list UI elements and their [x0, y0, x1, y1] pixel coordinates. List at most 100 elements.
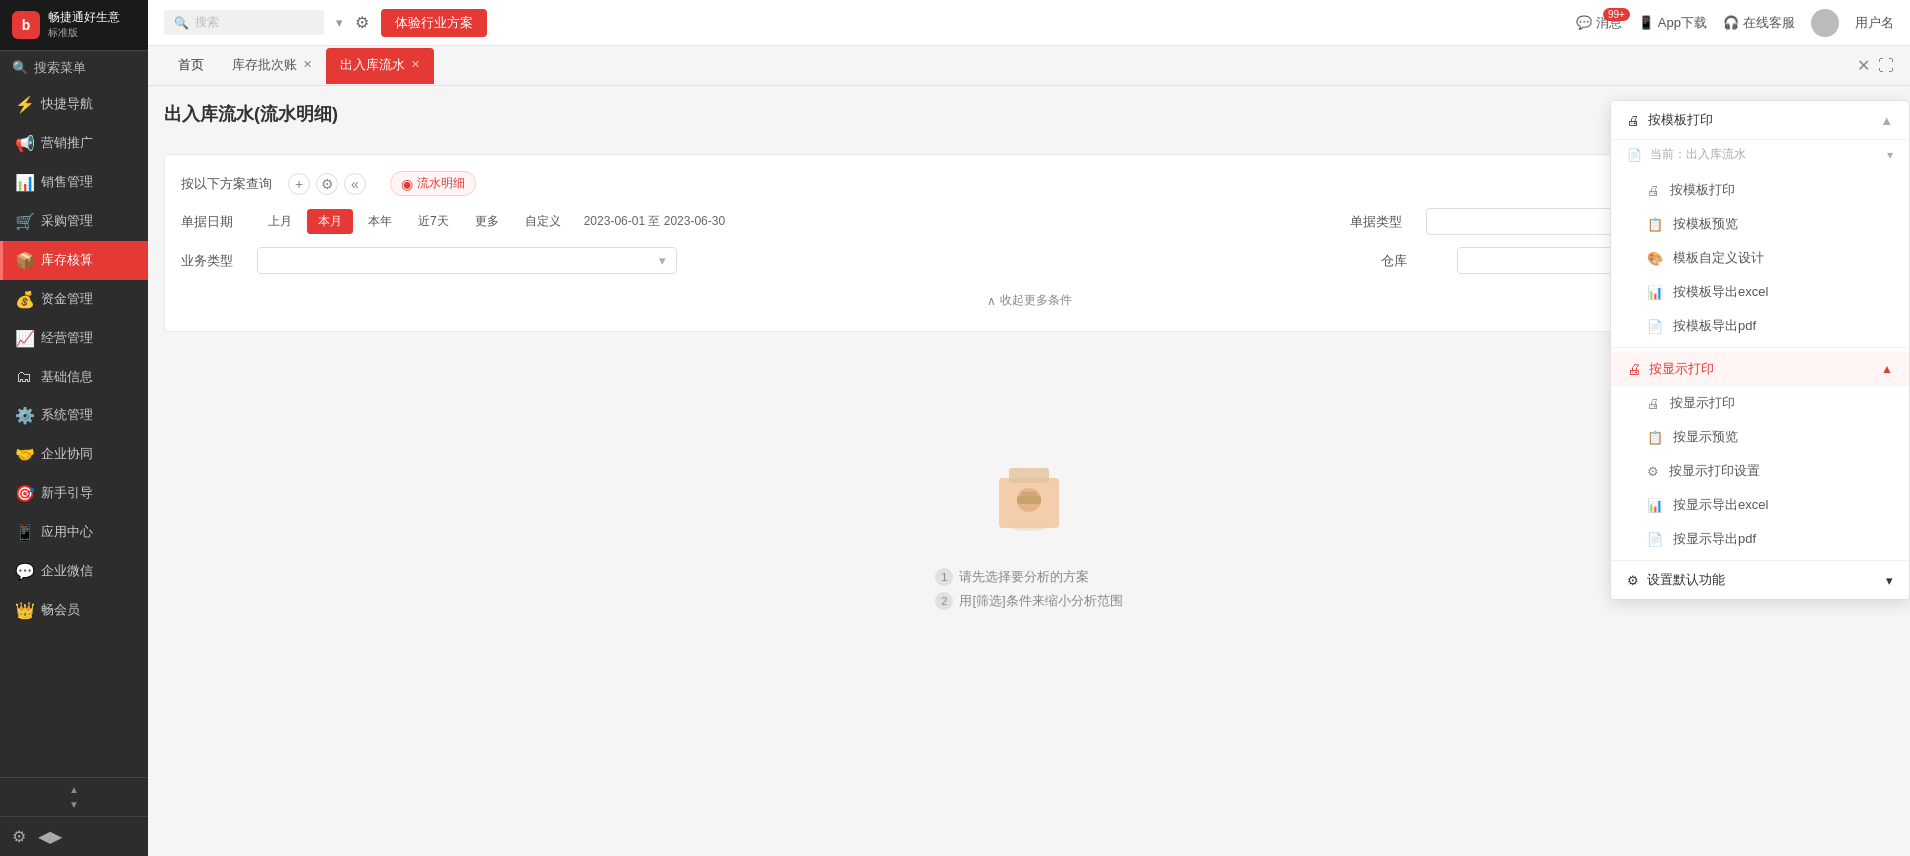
- dropdown-item-display-print-settings[interactable]: ⚙ 按显示打印设置: [1611, 454, 1909, 488]
- guide-icon: 🎯: [15, 484, 33, 503]
- header-gear-icon[interactable]: ⚙: [355, 13, 369, 32]
- app-download-btn[interactable]: 📱 App下载: [1638, 14, 1707, 32]
- tab-bar-right: ✕ ⛶: [1857, 56, 1894, 75]
- dropdown-item-display-export-excel[interactable]: 📊 按显示导出excel: [1611, 488, 1909, 522]
- dropdown-item-display-print[interactable]: 🖨 按显示打印: [1611, 386, 1909, 420]
- settings-btn[interactable]: ⚙: [12, 827, 26, 846]
- tab-expand-icon[interactable]: ⛶: [1878, 57, 1894, 75]
- filter-tag[interactable]: ◉ 流水明细: [390, 171, 476, 196]
- dropdown-item-template-print[interactable]: 🖨 按模板打印: [1611, 173, 1909, 207]
- sidebar-item-purchase[interactable]: 🛒 采购管理: [0, 202, 148, 241]
- date-tab-more[interactable]: 更多: [464, 209, 510, 234]
- date-tab-this-year[interactable]: 本年: [357, 209, 403, 234]
- dropdown-footer-icon: ⚙: [1627, 573, 1639, 588]
- sidebar-item-inventory[interactable]: 📦 库存核算: [0, 241, 148, 280]
- collapse-sidebar-btn[interactable]: ◀▶: [38, 827, 62, 846]
- display-print-section-header[interactable]: 🖨 按显示打印 ▲: [1611, 352, 1909, 386]
- date-filter-label: 单据日期: [181, 213, 241, 231]
- tab-batch-account-close[interactable]: ✕: [303, 58, 312, 71]
- tab-stock-flow[interactable]: 出入库流水 ✕: [326, 48, 434, 84]
- trial-btn[interactable]: 体验行业方案: [381, 9, 487, 37]
- template-custom-item-icon: 🎨: [1647, 251, 1663, 266]
- date-range-display: 2023-06-01 至 2023-06-30: [584, 213, 725, 230]
- sidebar-item-marketing[interactable]: 📢 营销推广: [0, 124, 148, 163]
- dropdown-panel: 🖨 按模板打印 ▲ 📄 当前：出入库流水 ▾ 🖨 按模板打印 📋 按模板预览 🎨…: [1610, 100, 1910, 600]
- sidebar-item-vip[interactable]: 👑 畅会员: [0, 591, 148, 630]
- date-tab-custom[interactable]: 自定义: [514, 209, 572, 234]
- dropdown-item-display-export-pdf[interactable]: 📄 按显示导出pdf: [1611, 522, 1909, 556]
- date-tab-last-month[interactable]: 上月: [257, 209, 303, 234]
- wechat-icon: 💬: [15, 562, 33, 581]
- inventory-icon: 📦: [15, 251, 33, 270]
- dropdown-item-display-preview[interactable]: 📋 按显示预览: [1611, 420, 1909, 454]
- dropdown-current-label: 📄 当前：出入库流水 ▾: [1611, 140, 1909, 169]
- tab-stock-flow-close[interactable]: ✕: [411, 58, 420, 71]
- date-tabs: 上月 本月 本年 近7天 更多 自定义 2023-06-01 至 2023-06…: [257, 209, 725, 234]
- sidebar-item-sales[interactable]: 📊 销售管理: [0, 163, 148, 202]
- basic-icon: 🗂: [15, 368, 33, 386]
- template-print-item-icon: 🖨: [1647, 183, 1660, 198]
- header-dropdown-icon[interactable]: ▾: [336, 15, 343, 30]
- tab-home[interactable]: 首页: [164, 48, 218, 84]
- online-service-icon: 🎧: [1723, 15, 1739, 30]
- app-name: 畅捷通好生意: [48, 10, 120, 26]
- print-dropdown-icon: 🖨: [1627, 113, 1640, 128]
- sidebar-bottom: ⚙ ◀▶: [0, 816, 148, 856]
- scroll-down-btn[interactable]: ▼: [67, 797, 81, 812]
- svg-point-5: [1009, 521, 1049, 531]
- template-print-section: 🖨 按模板打印 📋 按模板预览 🎨 模板自定义设计 📊 按模板导出excel 📄…: [1611, 169, 1909, 348]
- dropdown-header: 🖨 按模板打印 ▲: [1611, 101, 1909, 140]
- online-service-btn[interactable]: 🎧 在线客服: [1723, 14, 1795, 32]
- app-center-icon: 📱: [15, 523, 33, 542]
- sidebar-item-system[interactable]: ⚙️ 系统管理: [0, 396, 148, 435]
- display-print-chevron-icon[interactable]: ▲: [1881, 362, 1893, 376]
- quick-nav-icon: ⚡: [15, 95, 33, 114]
- display-print-section-icon: 🖨: [1627, 361, 1641, 377]
- sidebar-item-wechat[interactable]: 💬 企业微信: [0, 552, 148, 591]
- date-tab-last-7days[interactable]: 近7天: [407, 209, 460, 234]
- sidebar-item-finance[interactable]: 💰 资金管理: [0, 280, 148, 319]
- system-icon: ⚙️: [15, 406, 33, 425]
- dropdown-collapse-icon[interactable]: ▲: [1880, 113, 1893, 128]
- sidebar-item-cooperation[interactable]: 🤝 企业协同: [0, 435, 148, 474]
- dropdown-item-template-preview[interactable]: 📋 按模板预览: [1611, 207, 1909, 241]
- svg-rect-1: [1009, 468, 1049, 483]
- display-pdf-item-icon: 📄: [1647, 532, 1663, 547]
- date-tab-this-month[interactable]: 本月: [307, 209, 353, 234]
- sidebar-search[interactable]: 🔍 搜索菜单: [0, 51, 148, 85]
- messages-btn[interactable]: 💬 消息 99+: [1576, 14, 1622, 32]
- svg-rect-3: [1017, 496, 1041, 504]
- sidebar-item-basic[interactable]: 🗂 基础信息: [0, 358, 148, 396]
- app-version: 标准版: [48, 26, 120, 40]
- sidebar-item-quick-nav[interactable]: ⚡ 快捷导航: [0, 85, 148, 124]
- dropdown-item-template-export-excel[interactable]: 📊 按模板导出excel: [1611, 275, 1909, 309]
- avatar[interactable]: [1811, 9, 1839, 37]
- filter-gear-btn[interactable]: ⚙: [316, 173, 338, 195]
- marketing-icon: 📢: [15, 134, 33, 153]
- empty-tip-1: 1 请先选择要分析的方案: [935, 568, 1122, 586]
- user-name: 用户名: [1855, 14, 1894, 32]
- scroll-up-btn[interactable]: ▲: [67, 782, 81, 797]
- filter-tag-icon: ◉: [401, 176, 413, 192]
- sidebar-item-operations[interactable]: 📈 经营管理: [0, 319, 148, 358]
- dropdown-footer-settings[interactable]: ⚙ 设置默认功能 ▾: [1611, 561, 1909, 599]
- warehouse-label: 仓库: [1381, 252, 1441, 270]
- dropdown-item-template-custom-design[interactable]: 🎨 模板自定义设计: [1611, 241, 1909, 275]
- sidebar-item-guide[interactable]: 🎯 新手引导: [0, 474, 148, 513]
- sidebar-item-app-center[interactable]: 📱 应用中心: [0, 513, 148, 552]
- svg-rect-4: [1021, 492, 1037, 496]
- vip-icon: 👑: [15, 601, 33, 620]
- messages-badge: 99+: [1603, 8, 1630, 21]
- current-icon: 📄: [1627, 148, 1642, 162]
- filter-actions: + ⚙ «: [288, 173, 366, 195]
- filter-collapse-btn[interactable]: «: [344, 173, 366, 195]
- dropdown-item-template-export-pdf[interactable]: 📄 按模板导出pdf: [1611, 309, 1909, 343]
- header-search-bar[interactable]: 🔍 搜索: [164, 10, 324, 35]
- tab-bar: 首页 库存批次账 ✕ 出入库流水 ✕ ✕ ⛶: [148, 46, 1910, 86]
- tab-close-all-icon[interactable]: ✕: [1857, 56, 1870, 75]
- messages-icon: 💬: [1576, 15, 1592, 30]
- search-icon: 🔍: [12, 60, 28, 75]
- filter-add-btn[interactable]: +: [288, 173, 310, 195]
- tab-batch-account[interactable]: 库存批次账 ✕: [218, 48, 326, 84]
- business-type-select[interactable]: ▾: [257, 247, 677, 274]
